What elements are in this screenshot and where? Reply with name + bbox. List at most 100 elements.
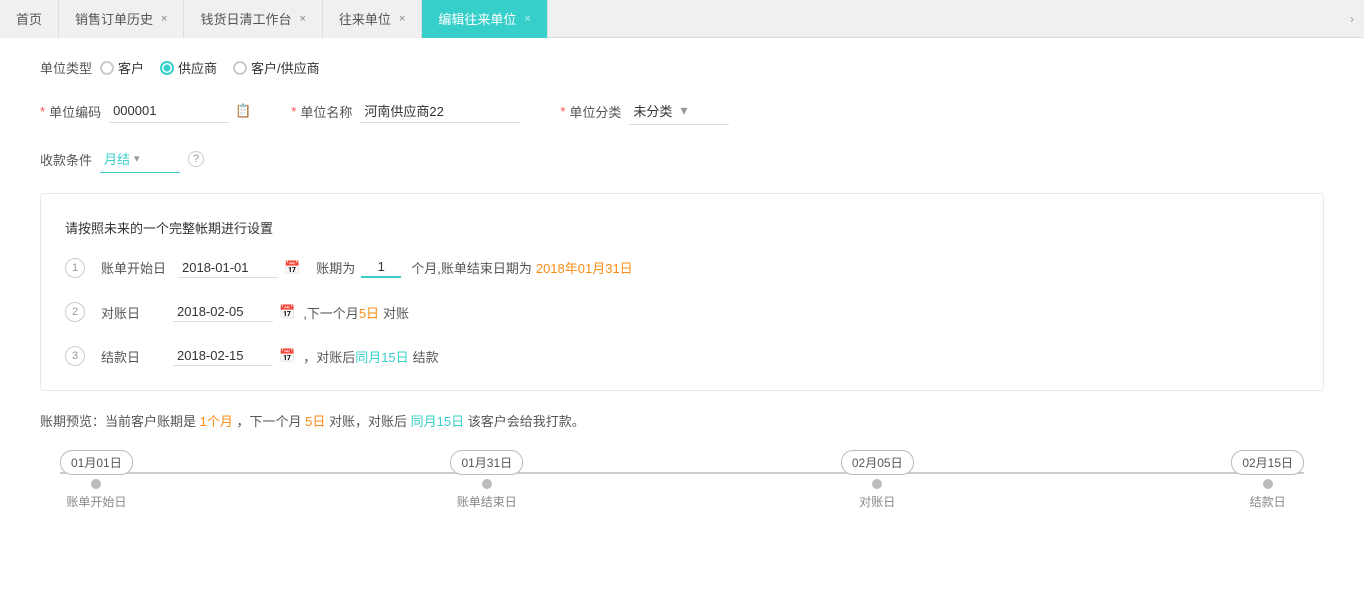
radio-label-customer: 客户 [118, 58, 144, 77]
close-icon[interactable]: × [161, 13, 167, 25]
tl-label-1: 账单开始日 [66, 493, 126, 510]
tab-sales-history[interactable]: 销售订单历史 × [59, 0, 184, 38]
calendar-icon-2[interactable]: 📅 [279, 304, 295, 320]
tl-label-2: 账单结束日 [457, 493, 517, 510]
step3-highlight: 同月15日 [355, 347, 408, 366]
preview-suffix: 该客户会给我打款。 [468, 414, 585, 429]
step-label-3: 结款日 [101, 347, 161, 366]
step-row-2: 2 对账日 📅 ,下一个月 5日 对账 [65, 302, 1299, 322]
tab-counterparty[interactable]: 往来单位 × [323, 0, 422, 38]
preview-middle2: 对账，对账后 [329, 414, 407, 429]
tl-date-3: 02月05日 [841, 450, 914, 475]
payment-value: 月结 [104, 149, 130, 168]
tl-dot-2 [482, 479, 492, 489]
timeline-point-3: 02月05日 对账日 [841, 450, 914, 510]
main-content: 单位类型 客户 供应商 客户/供应商 * 单位编码 📋 * 单位名称 [0, 38, 1364, 608]
step-date-input-1[interactable] [178, 258, 278, 278]
tl-date-1: 01月01日 [60, 450, 133, 475]
step2-highlight: 5日 [359, 303, 379, 322]
name-label: 单位名称 [300, 102, 352, 121]
calendar-icon-1[interactable]: 📅 [284, 260, 300, 276]
code-name-category-row: * 单位编码 📋 * 单位名称 * 单位分类 未分类 ▾ [40, 97, 1324, 125]
payment-row: 收款条件 月结 ▾ ? [40, 145, 1324, 173]
name-input[interactable] [360, 99, 520, 123]
preview-part3: 同月15日 [411, 414, 464, 429]
radio-label-both: 客户/供应商 [251, 58, 320, 77]
help-icon[interactable]: ? [188, 151, 204, 167]
close-icon[interactable]: × [399, 13, 405, 25]
tab-cash-work[interactable]: 钱货日清工作台 × [184, 0, 322, 38]
radio-circle-supplier [160, 61, 174, 75]
code-field-group: * 单位编码 📋 [40, 99, 251, 123]
payment-label: 收款条件 [40, 150, 92, 169]
chevron-down-icon: ▾ [680, 102, 687, 119]
calendar-icon-code[interactable]: 📋 [235, 103, 251, 119]
tl-date-4: 02月15日 [1231, 450, 1304, 475]
tabs-bar: 首页 销售订单历史 × 钱货日清工作台 × 往来单位 × 编辑往来单位 × › [0, 0, 1364, 38]
unit-type-radio-group: 客户 供应商 客户/供应商 [100, 58, 320, 77]
tab-home[interactable]: 首页 [0, 0, 59, 38]
step-num-2: 2 [65, 302, 85, 322]
radio-circle-both [233, 61, 247, 75]
radio-circle-customer [100, 61, 114, 75]
category-label: 单位分类 [569, 102, 621, 121]
step-num-1: 1 [65, 258, 85, 278]
tl-label-3: 对账日 [859, 493, 895, 510]
payment-dropdown[interactable]: 月结 ▾ [100, 145, 180, 173]
timeline-row: 01月01日 账单开始日 01月31日 账单结束日 02月05日 对账日 [60, 450, 1304, 510]
timeline-point-2: 01月31日 账单结束日 [450, 450, 523, 510]
step-label-2: 对账日 [101, 303, 161, 322]
category-value: 未分类 [633, 101, 672, 120]
close-icon[interactable]: × [524, 13, 530, 25]
preview-part2: 5日 [305, 414, 325, 429]
period-prefix: 账期为 [316, 258, 355, 277]
step-row-1: 1 账单开始日 📅 账期为 个月,账单结束日期为 2018年01月31日 [65, 257, 1299, 278]
name-required: * [291, 104, 296, 119]
tl-dot-1 [91, 479, 101, 489]
period-value-input[interactable] [361, 257, 401, 278]
unit-type-label: 单位类型 [40, 58, 92, 77]
code-required: * [40, 104, 45, 119]
tl-date-2: 01月31日 [450, 450, 523, 475]
tab-edit-counterparty[interactable]: 编辑往来单位 × [422, 0, 547, 38]
period-suffix: 个月,账单结束日期为 [411, 258, 532, 277]
preview-part1: 1个月 [200, 414, 233, 429]
step-row-3: 3 结款日 📅 ，对账后 同月15日 结款 [65, 346, 1299, 366]
calendar-icon-3[interactable]: 📅 [279, 348, 295, 364]
close-icon[interactable]: × [299, 13, 305, 25]
preview-prefix: 账期预览：当前客户账期是 [40, 414, 196, 429]
code-input[interactable] [109, 99, 229, 123]
radio-customer[interactable]: 客户 [100, 58, 144, 77]
tl-dot-3 [872, 479, 882, 489]
tl-label-4: 结款日 [1250, 493, 1286, 510]
card-instruction: 请按照未来的一个完整帐期进行设置 [65, 218, 1299, 237]
category-required: * [560, 104, 565, 119]
timeline-line [60, 472, 1304, 474]
timeline-wrapper: 01月01日 账单开始日 01月31日 账单结束日 02月05日 对账日 [40, 450, 1324, 510]
name-field-group: * 单位名称 [291, 99, 520, 123]
payment-chevron-icon: ▾ [134, 152, 140, 165]
timeline-point-4: 02月15日 结款日 [1231, 450, 1304, 510]
step3-prefix: ，对账后 [303, 347, 355, 366]
unit-type-row: 单位类型 客户 供应商 客户/供应商 [40, 58, 1324, 77]
preview-section: 账期预览：当前客户账期是 1个月 ，下一个月 5日 对账，对账后 同月15日 该… [40, 411, 1324, 430]
settings-card: 请按照未来的一个完整帐期进行设置 1 账单开始日 📅 账期为 个月,账单结束日期… [40, 193, 1324, 391]
step2-prefix: ,下一个月 [303, 303, 359, 322]
step-date-input-3[interactable] [173, 346, 273, 366]
step3-suffix: 结款 [413, 347, 439, 366]
step-num-3: 3 [65, 346, 85, 366]
period-end-date: 2018年01月31日 [536, 258, 633, 277]
tab-scroll-arrow[interactable]: › [1340, 12, 1364, 26]
radio-both[interactable]: 客户/供应商 [233, 58, 320, 77]
step2-suffix: 对账 [383, 303, 409, 322]
code-label: 单位编码 [49, 102, 101, 121]
radio-label-supplier: 供应商 [178, 58, 217, 77]
category-dropdown[interactable]: 未分类 ▾ [629, 97, 729, 125]
step-date-input-2[interactable] [173, 302, 273, 322]
step-label-1: 账单开始日 [101, 258, 166, 277]
tl-dot-4 [1263, 479, 1273, 489]
radio-supplier[interactable]: 供应商 [160, 58, 217, 77]
category-field-group: * 单位分类 未分类 ▾ [560, 97, 729, 125]
preview-middle1: ，下一个月 [237, 414, 302, 429]
timeline-point-1: 01月01日 账单开始日 [60, 450, 133, 510]
